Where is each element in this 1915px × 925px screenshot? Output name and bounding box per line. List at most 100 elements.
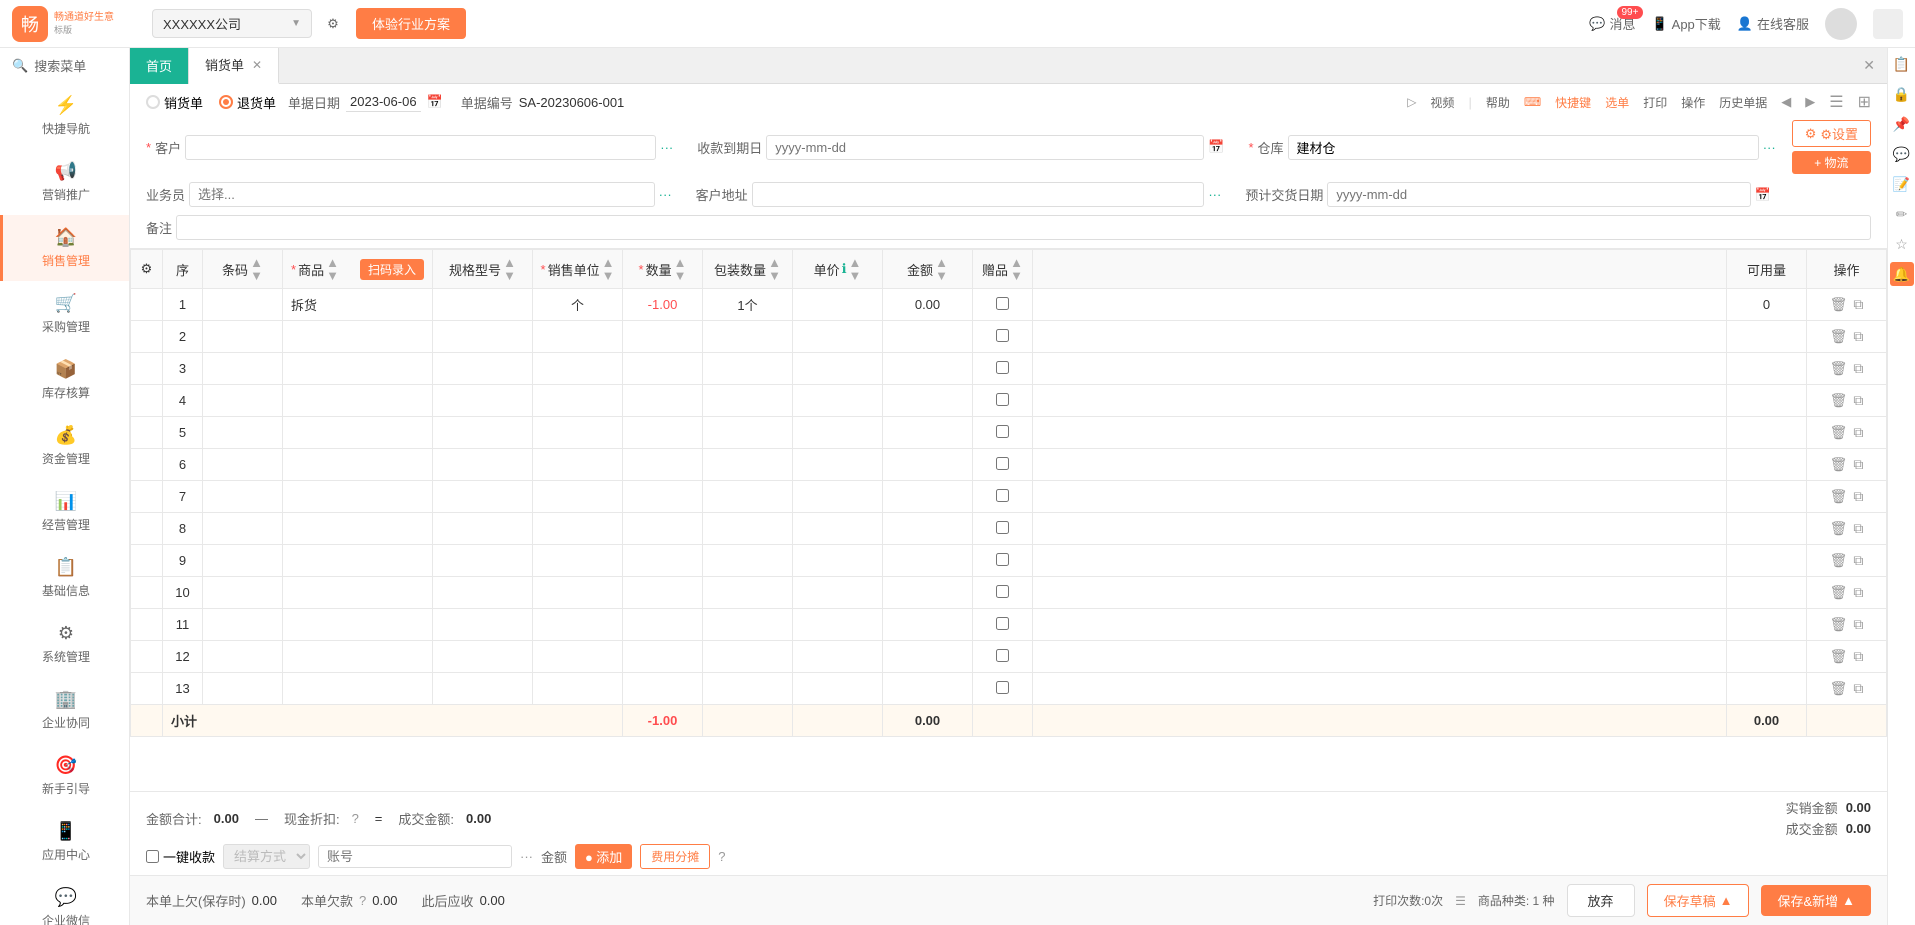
sidebar-item-quick-nav[interactable]: ⚡ 快捷导航: [0, 83, 129, 149]
row-pq-3[interactable]: [703, 353, 793, 385]
nav-next-icon[interactable]: ▶: [1805, 94, 1815, 110]
sidebar-item-inventory[interactable]: 📦 库存核算: [0, 347, 129, 413]
del-5[interactable]: 🗑: [1830, 424, 1848, 441]
cp-7[interactable]: ⧉: [1853, 488, 1863, 505]
row-gi-8[interactable]: [973, 513, 1033, 545]
cp-12[interactable]: ⧉: [1853, 648, 1863, 665]
row-q-9[interactable]: [623, 545, 703, 577]
row-r-9[interactable]: [1033, 545, 1727, 577]
add-payment-btn[interactable]: ● 添加: [575, 844, 632, 869]
account-input[interactable]: [318, 845, 512, 868]
row-sp-9[interactable]: [433, 545, 533, 577]
price-sort[interactable]: ▲▼: [849, 256, 862, 282]
row-p-7[interactable]: [793, 481, 883, 513]
row-g-8[interactable]: [283, 513, 433, 545]
gift-cb-11[interactable]: [996, 617, 1009, 630]
row-r-12[interactable]: [1033, 641, 1727, 673]
cp-4[interactable]: ⧉: [1853, 392, 1863, 409]
row-sp-8[interactable]: [433, 513, 533, 545]
row-sp-11[interactable]: [433, 609, 533, 641]
one-click-payment-checkbox[interactable]: [146, 850, 159, 863]
row-p-11[interactable]: [793, 609, 883, 641]
rp-icon-8[interactable]: 🔔: [1890, 262, 1914, 286]
spec-sort[interactable]: ▲▼: [503, 256, 516, 282]
row-q-8[interactable]: [623, 513, 703, 545]
sidebar-search[interactable]: 🔍 搜索菜单: [0, 48, 129, 83]
row-g-12[interactable]: [283, 641, 433, 673]
payment-dots[interactable]: ···: [520, 849, 533, 864]
row-u-4[interactable]: [533, 385, 623, 417]
row-pq-4[interactable]: [703, 385, 793, 417]
row-b-13[interactable]: [203, 673, 283, 705]
row-p-10[interactable]: [793, 577, 883, 609]
tab-close-main[interactable]: ✕: [1851, 57, 1887, 74]
row-r-2[interactable]: [1033, 321, 1727, 353]
video-btn[interactable]: 视频: [1430, 94, 1454, 111]
row-r-6[interactable]: [1033, 449, 1727, 481]
row-u-9[interactable]: [533, 545, 623, 577]
row-gi-9[interactable]: [973, 545, 1033, 577]
shortcut-btn[interactable]: 快捷键: [1555, 94, 1591, 111]
row-sp-13[interactable]: [433, 673, 533, 705]
row-pq-9[interactable]: [703, 545, 793, 577]
row-g-6[interactable]: [283, 449, 433, 481]
sidebar-item-capital[interactable]: 💰 资金管理: [0, 413, 129, 479]
sidebar-item-wechat[interactable]: 💬 企业微信: [0, 875, 129, 925]
sidebar-item-marketing[interactable]: 📢 营销推广: [0, 149, 129, 215]
row-p-4[interactable]: [793, 385, 883, 417]
row-b-9[interactable]: [203, 545, 283, 577]
cp-13[interactable]: ⧉: [1853, 680, 1863, 697]
cp-10[interactable]: ⧉: [1853, 584, 1863, 601]
row-g-2[interactable]: [283, 321, 433, 353]
row-b-6[interactable]: [203, 449, 283, 481]
gift-cb-5[interactable]: [996, 425, 1009, 438]
row-u-2[interactable]: [533, 321, 623, 353]
del-2[interactable]: 🗑: [1830, 328, 1848, 345]
view-grid-icon[interactable]: ⊞: [1858, 92, 1871, 112]
goods-sort[interactable]: ▲▼: [326, 256, 339, 282]
remarks-input[interactable]: [176, 215, 1871, 240]
row-q-13[interactable]: [623, 673, 703, 705]
row-spec-1[interactable]: [433, 289, 533, 321]
row-q-3[interactable]: [623, 353, 703, 385]
row-pq-11[interactable]: [703, 609, 793, 641]
row-r-7[interactable]: [1033, 481, 1727, 513]
row-q-7[interactable]: [623, 481, 703, 513]
customer-dots-btn[interactable]: ···: [660, 140, 673, 155]
row-gi-2[interactable]: [973, 321, 1033, 353]
cp-11[interactable]: ⧉: [1853, 616, 1863, 633]
message-btn[interactable]: 💬 消息 99+: [1589, 14, 1635, 33]
row-goods-1[interactable]: 拆货: [283, 289, 433, 321]
barcode-sort[interactable]: ▲▼: [250, 256, 263, 282]
customer-input[interactable]: [185, 135, 656, 160]
row-a-9[interactable]: [883, 545, 973, 577]
row-u-5[interactable]: [533, 417, 623, 449]
fee-split-btn[interactable]: 费用分摊: [640, 844, 710, 869]
row-b-7[interactable]: [203, 481, 283, 513]
sidebar-item-sales[interactable]: 🏠 销售管理: [0, 215, 129, 281]
warehouse-dots-btn[interactable]: ···: [1763, 140, 1776, 155]
row-p-8[interactable]: [793, 513, 883, 545]
row-r-3[interactable]: [1033, 353, 1727, 385]
row-packqty-1[interactable]: 1个: [703, 289, 793, 321]
del-8[interactable]: 🗑: [1830, 520, 1848, 537]
row-p-6[interactable]: [793, 449, 883, 481]
row-gi-12[interactable]: [973, 641, 1033, 673]
row-pq-5[interactable]: [703, 417, 793, 449]
row-b-3[interactable]: [203, 353, 283, 385]
discard-btn[interactable]: 放弃: [1567, 884, 1635, 917]
gift-cb-12[interactable]: [996, 649, 1009, 662]
row-g-7[interactable]: [283, 481, 433, 513]
row-a-6[interactable]: [883, 449, 973, 481]
warehouse-input[interactable]: [1288, 135, 1759, 160]
salesperson-dots-btn[interactable]: ···: [659, 187, 672, 202]
cp-5[interactable]: ⧉: [1853, 424, 1863, 441]
payment-date-input[interactable]: [766, 135, 1204, 160]
avatar[interactable]: [1825, 8, 1857, 40]
gift-cb-7[interactable]: [996, 489, 1009, 502]
sidebar-item-system[interactable]: ⚙ 系统管理: [0, 611, 129, 677]
row-sp-12[interactable]: [433, 641, 533, 673]
row-gi-6[interactable]: [973, 449, 1033, 481]
row-u-7[interactable]: [533, 481, 623, 513]
del-11[interactable]: 🗑: [1830, 616, 1848, 633]
